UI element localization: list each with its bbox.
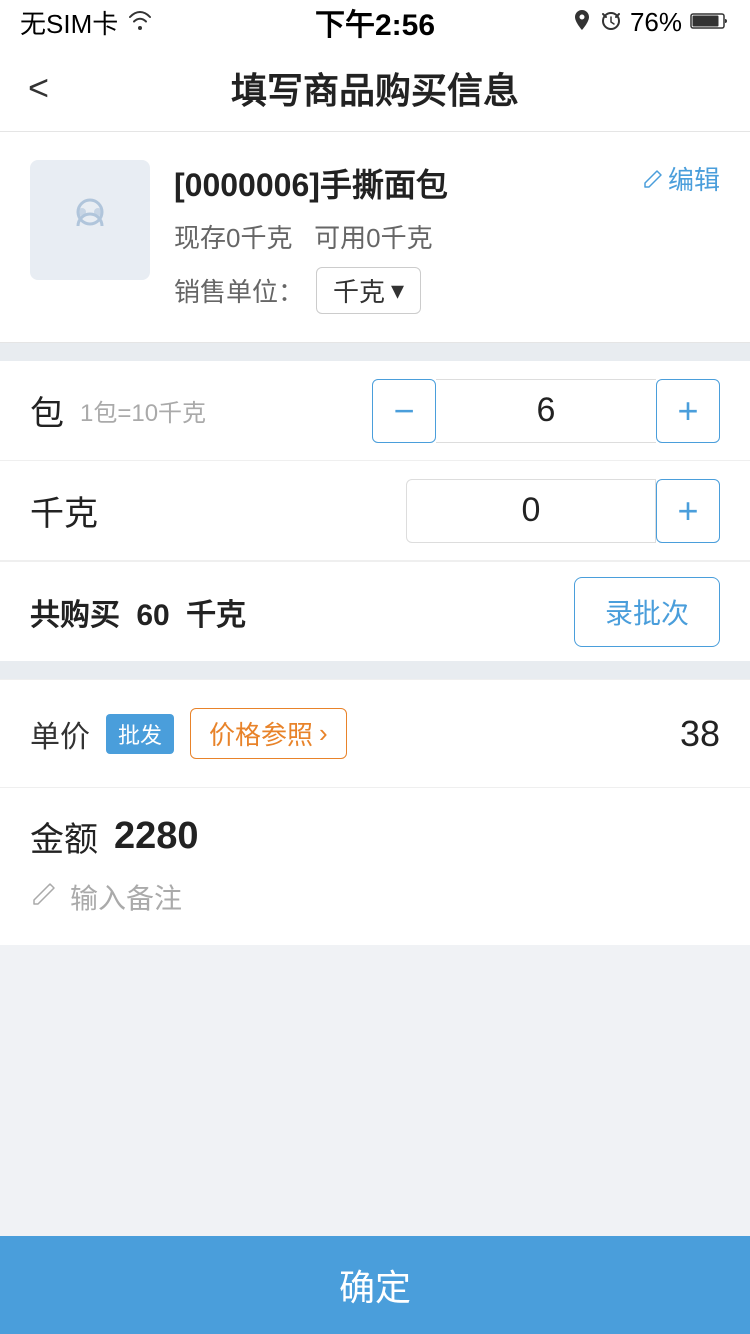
- kg-row: 千克 +: [0, 461, 750, 561]
- edit-button[interactable]: 编辑: [642, 160, 720, 197]
- confirm-button[interactable]: 确定: [339, 1259, 411, 1311]
- back-button[interactable]: <: [28, 67, 49, 109]
- kg-input[interactable]: [406, 479, 656, 543]
- status-time: 下午2:56: [315, 0, 435, 44]
- product-stock: 现存0千克 可用0千克: [174, 218, 720, 255]
- pencil-icon: [30, 880, 58, 915]
- kg-label: 千克: [30, 486, 98, 535]
- price-label: 单价: [30, 712, 90, 756]
- product-info: [0000006]手撕面包 编辑 现存0千克 可用0千克 销售单位： 千克 ▾: [174, 160, 720, 314]
- dropdown-icon: ▾: [391, 275, 404, 306]
- total-text: 共购买 60 千克: [30, 590, 574, 634]
- location-icon: [572, 7, 592, 38]
- battery-level: 76%: [630, 7, 682, 38]
- remark-placeholder: 输入备注: [70, 877, 182, 917]
- product-unit-row: 销售单位： 千克 ▾: [174, 267, 720, 314]
- status-right: 76%: [572, 7, 730, 38]
- quantity-section: 包 1包=10千克 − + 千克 +: [0, 361, 750, 561]
- batch-button[interactable]: 录批次: [574, 577, 720, 647]
- amount-label: 金额: [30, 812, 98, 861]
- price-reference-button[interactable]: 价格参照 ›: [190, 708, 347, 759]
- product-card: [0000006]手撕面包 编辑 现存0千克 可用0千克 销售单位： 千克 ▾: [0, 132, 750, 343]
- price-value: 38: [363, 713, 720, 755]
- bottom-space: [0, 945, 750, 1285]
- price-tag: 批发: [106, 714, 174, 754]
- package-input[interactable]: [436, 379, 656, 443]
- alarm-icon: [600, 7, 622, 38]
- amount-value: 2280: [114, 815, 199, 858]
- battery-icon: [690, 7, 730, 38]
- price-section: 单价 批发 价格参照 › 38: [0, 679, 750, 787]
- package-row: 包 1包=10千克 − +: [0, 361, 750, 461]
- chevron-right-icon: ›: [319, 718, 328, 749]
- package-hint: 1包=10千克: [80, 393, 372, 428]
- package-label: 包: [30, 386, 64, 435]
- confirm-bar[interactable]: 确定: [0, 1236, 750, 1334]
- package-controls: − +: [372, 379, 720, 443]
- section-divider-1: [0, 343, 750, 361]
- unit-select[interactable]: 千克 ▾: [316, 267, 421, 314]
- page-title: 填写商品购买信息: [231, 62, 519, 114]
- amount-section: 金额 2280 输入备注: [0, 787, 750, 945]
- status-left: 无SIM卡: [20, 4, 154, 41]
- amount-row: 金额 2280: [30, 812, 720, 861]
- wifi-icon: [126, 6, 154, 38]
- product-image: [30, 160, 150, 280]
- kg-plus-button[interactable]: +: [656, 479, 720, 543]
- nav-bar: < 填写商品购买信息: [0, 44, 750, 132]
- total-row: 共购买 60 千克 录批次: [0, 561, 750, 661]
- package-plus-button[interactable]: +: [656, 379, 720, 443]
- product-name: [0000006]手撕面包: [174, 160, 642, 206]
- kg-controls: +: [406, 479, 720, 543]
- section-divider-2: [0, 661, 750, 679]
- price-row: 单价 批发 价格参照 › 38: [30, 708, 720, 759]
- carrier-text: 无SIM卡: [20, 4, 118, 41]
- status-bar: 无SIM卡 下午2:56 76%: [0, 0, 750, 44]
- package-minus-button[interactable]: −: [372, 379, 436, 443]
- remark-row[interactable]: 输入备注: [30, 877, 720, 917]
